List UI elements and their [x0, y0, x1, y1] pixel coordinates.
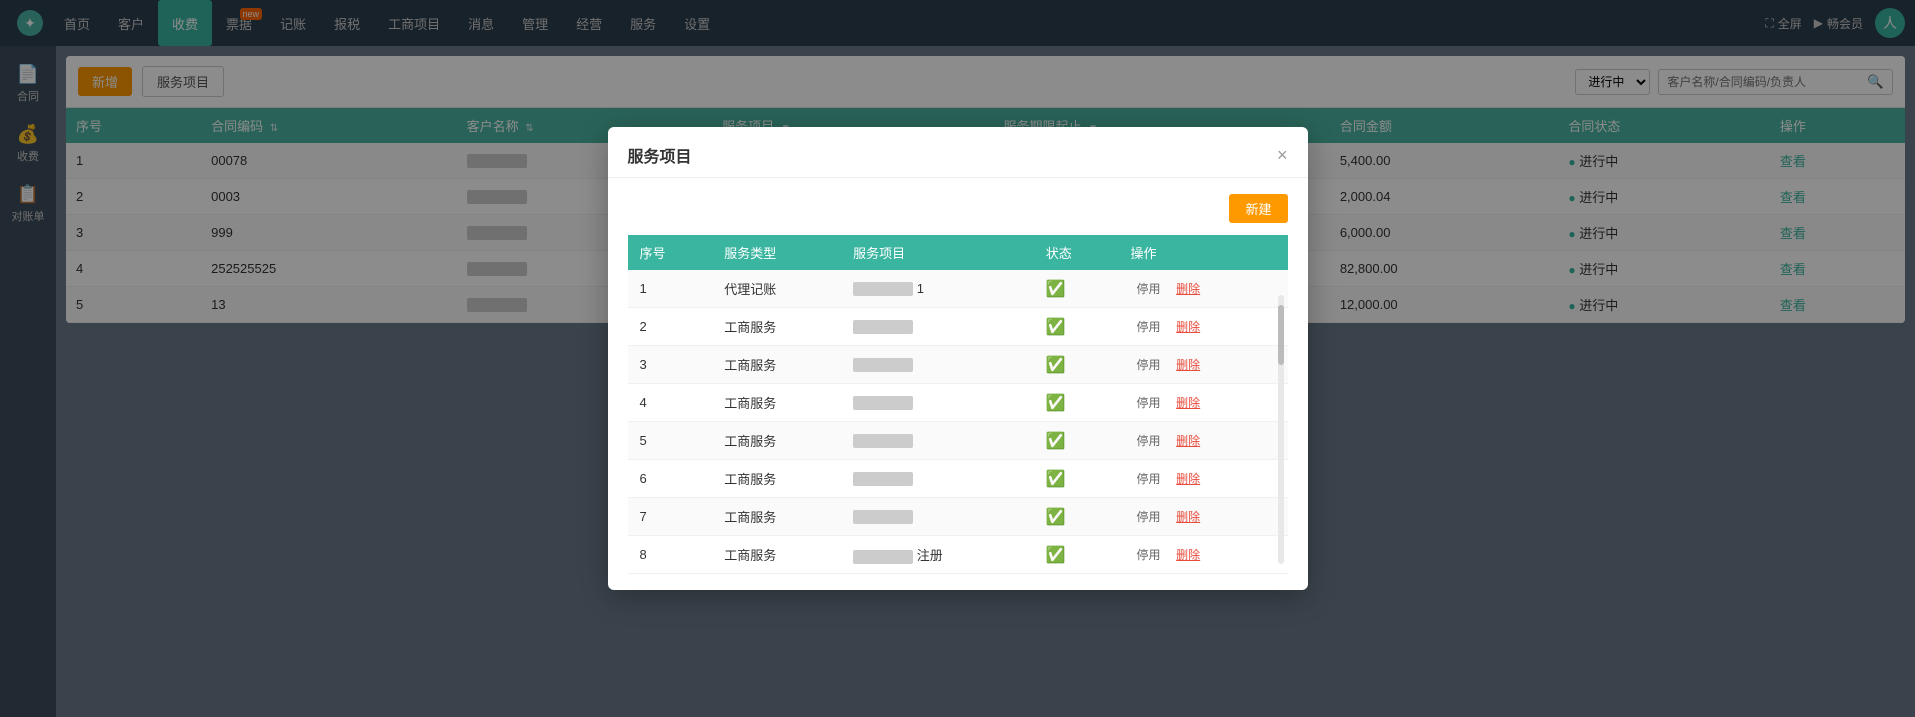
service-modal: 服务项目 × 新建 序号 服务类型 服务项目 状态 操作 — [608, 127, 1308, 590]
modal-cell-status: ✅ — [1034, 346, 1119, 384]
modal-cell-status: ✅ — [1034, 308, 1119, 346]
modal-toolbar: 新建 — [628, 194, 1288, 223]
scrollbar-thumb[interactable] — [1278, 305, 1284, 365]
modal-table-row: 7 工商服务 ✅ 停用 删除 — [628, 498, 1288, 536]
delete-button[interactable]: 删除 — [1170, 430, 1206, 451]
modal-overlay[interactable]: 服务项目 × 新建 序号 服务类型 服务项目 状态 操作 — [0, 0, 1915, 717]
modal-cell-action: 停用 删除 — [1119, 308, 1288, 346]
modal-cell-seq: 6 — [628, 460, 713, 498]
modal-cell-item — [841, 308, 1034, 346]
stop-button[interactable]: 停用 — [1131, 506, 1167, 527]
modal-cell-status: ✅ — [1034, 270, 1119, 308]
status-check-icon: ✅ — [1046, 319, 1066, 336]
modal-table-row: 1 代理记账 1 ✅ 停用 删除 — [628, 270, 1288, 308]
modal-cell-seq: 1 — [628, 270, 713, 308]
mth-status: 状态 — [1034, 235, 1119, 270]
service-table: 序号 服务类型 服务项目 状态 操作 1 代理记账 1 ✅ 停用 删除 2 工商… — [628, 235, 1288, 574]
modal-cell-action: 停用 删除 — [1119, 498, 1288, 536]
status-check-icon: ✅ — [1046, 395, 1066, 412]
modal-cell-item — [841, 460, 1034, 498]
status-check-icon: ✅ — [1046, 547, 1066, 564]
stop-button[interactable]: 停用 — [1131, 278, 1167, 299]
stop-button[interactable]: 停用 — [1131, 468, 1167, 489]
modal-cell-type: 工商服务 — [712, 308, 841, 346]
status-check-icon: ✅ — [1046, 281, 1066, 298]
modal-cell-item — [841, 422, 1034, 460]
modal-cell-seq: 5 — [628, 422, 713, 460]
modal-table-header: 序号 服务类型 服务项目 状态 操作 — [628, 235, 1288, 270]
stop-button[interactable]: 停用 — [1131, 544, 1167, 565]
delete-button[interactable]: 删除 — [1170, 392, 1206, 413]
modal-cell-action: 停用 删除 — [1119, 384, 1288, 422]
modal-cell-status: ✅ — [1034, 498, 1119, 536]
delete-button[interactable]: 删除 — [1170, 544, 1206, 565]
modal-cell-seq: 8 — [628, 536, 713, 574]
status-check-icon: ✅ — [1046, 471, 1066, 488]
delete-button[interactable]: 删除 — [1170, 468, 1206, 489]
modal-table-row: 5 工商服务 ✅ 停用 删除 — [628, 422, 1288, 460]
modal-close-button[interactable]: × — [1277, 145, 1288, 166]
modal-header: 服务项目 × — [608, 127, 1308, 178]
delete-button[interactable]: 删除 — [1170, 354, 1206, 375]
mth-action: 操作 — [1119, 235, 1288, 270]
delete-button[interactable]: 删除 — [1170, 278, 1206, 299]
delete-button[interactable]: 删除 — [1170, 506, 1206, 527]
modal-title: 服务项目 — [628, 143, 692, 167]
modal-cell-seq: 7 — [628, 498, 713, 536]
new-service-button[interactable]: 新建 — [1229, 194, 1287, 223]
modal-table-row: 4 工商服务 ✅ 停用 删除 — [628, 384, 1288, 422]
modal-cell-status: ✅ — [1034, 422, 1119, 460]
mth-type: 服务类型 — [712, 235, 841, 270]
modal-cell-action: 停用 删除 — [1119, 536, 1288, 574]
stop-button[interactable]: 停用 — [1131, 392, 1167, 413]
scrollbar-track[interactable] — [1278, 295, 1284, 564]
modal-cell-type: 工商服务 — [712, 536, 841, 574]
modal-cell-type: 工商服务 — [712, 346, 841, 384]
modal-table-row: 2 工商服务 ✅ 停用 删除 — [628, 308, 1288, 346]
modal-cell-action: 停用 删除 — [1119, 346, 1288, 384]
modal-cell-action: 停用 删除 — [1119, 460, 1288, 498]
modal-cell-item — [841, 498, 1034, 536]
modal-cell-type: 工商服务 — [712, 498, 841, 536]
modal-cell-type: 工商服务 — [712, 384, 841, 422]
modal-cell-action: 停用 删除 — [1119, 422, 1288, 460]
modal-cell-type: 工商服务 — [712, 460, 841, 498]
modal-cell-status: ✅ — [1034, 536, 1119, 574]
status-check-icon: ✅ — [1046, 509, 1066, 526]
stop-button[interactable]: 停用 — [1131, 316, 1167, 337]
modal-table-row: 6 工商服务 ✅ 停用 删除 — [628, 460, 1288, 498]
stop-button[interactable]: 停用 — [1131, 354, 1167, 375]
modal-cell-item: 1 — [841, 270, 1034, 308]
modal-cell-seq: 4 — [628, 384, 713, 422]
stop-button[interactable]: 停用 — [1131, 430, 1167, 451]
modal-cell-action: 停用 删除 — [1119, 270, 1288, 308]
modal-cell-status: ✅ — [1034, 460, 1119, 498]
delete-button[interactable]: 删除 — [1170, 316, 1206, 337]
status-check-icon: ✅ — [1046, 433, 1066, 450]
modal-cell-type: 代理记账 — [712, 270, 841, 308]
modal-cell-seq: 2 — [628, 308, 713, 346]
modal-table-row: 3 工商服务 ✅ 停用 删除 — [628, 346, 1288, 384]
modal-cell-item: 注册 — [841, 536, 1034, 574]
mth-item: 服务项目 — [841, 235, 1034, 270]
modal-body: 新建 序号 服务类型 服务项目 状态 操作 1 代理记账 — [608, 178, 1308, 590]
modal-cell-seq: 3 — [628, 346, 713, 384]
modal-table-row: 8 工商服务 注册 ✅ 停用 删除 — [628, 536, 1288, 574]
modal-cell-item — [841, 384, 1034, 422]
status-check-icon: ✅ — [1046, 357, 1066, 374]
mth-seq: 序号 — [628, 235, 713, 270]
modal-cell-type: 工商服务 — [712, 422, 841, 460]
modal-cell-item — [841, 346, 1034, 384]
modal-cell-status: ✅ — [1034, 384, 1119, 422]
